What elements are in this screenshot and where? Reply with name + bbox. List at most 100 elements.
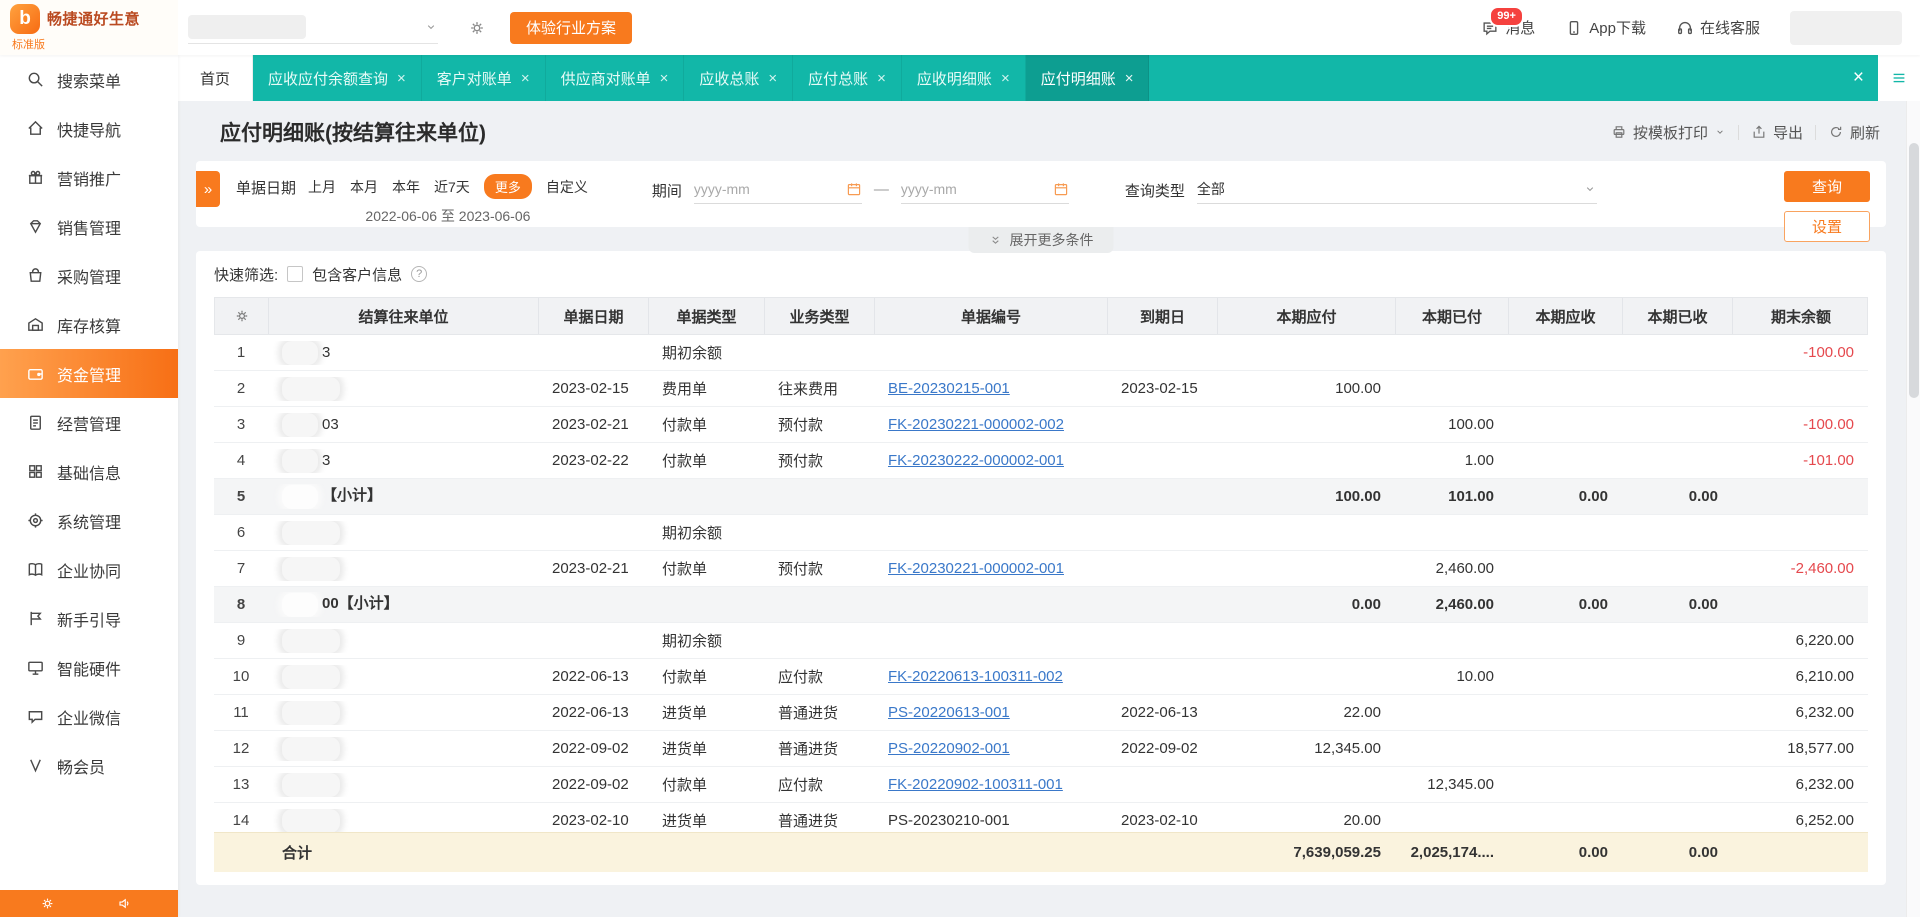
doc-no-link[interactable]: FK-20230222-000002-001 [888, 452, 1064, 469]
sidebar-item-quick-nav[interactable]: 快捷导航 [0, 104, 178, 153]
column-header[interactable]: 到期日 [1108, 298, 1218, 334]
gear-icon[interactable] [40, 896, 55, 911]
scrollbar-thumb[interactable] [1909, 143, 1919, 398]
tab-close-icon[interactable]: × [768, 71, 777, 86]
vertical-scrollbar[interactable] [1906, 101, 1920, 917]
tab-close-icon[interactable]: × [877, 71, 886, 86]
doc-no-link[interactable]: PS-20220902-001 [888, 740, 1010, 757]
doc-no-link[interactable]: BE-20230215-001 [888, 380, 1010, 397]
column-header[interactable]: 本期已付 [1396, 298, 1509, 334]
table-row[interactable]: 1 3 期初余额 -100.00 [214, 335, 1868, 371]
table-row[interactable]: 12 2022-09-02 进货单 普通进货 PS-20220902-001 2… [214, 731, 1868, 767]
doc-no-link[interactable]: FK-20230221-000002-002 [888, 416, 1064, 433]
app-download-button[interactable]: App下载 [1565, 17, 1646, 38]
table-row[interactable]: 13 2022-09-02 付款单 应付款 FK-20220902-100311… [214, 767, 1868, 803]
biz-type-cell: 往来费用 [778, 381, 839, 398]
tab-supplier-statement[interactable]: 供应商对账单 × [546, 55, 685, 101]
column-header[interactable]: 本期已收 [1623, 298, 1733, 334]
expand-more-conditions-button[interactable]: 展开更多条件 [968, 227, 1114, 253]
calendar-icon[interactable] [846, 181, 862, 197]
table-row[interactable]: 5 【小计】 100.00 101.00 0.00 0.00 [214, 479, 1868, 515]
query-type-select[interactable]: 全部 [1196, 174, 1597, 204]
tab-receivable-ledger[interactable]: 应收总账 × [684, 55, 794, 101]
table-row[interactable]: 4 3 2023-02-22 付款单 预付款 FK-20230222-00000… [214, 443, 1868, 479]
quick-range-button[interactable]: 上月 [308, 177, 336, 197]
redacted-user-info[interactable] [1790, 10, 1902, 45]
table-row[interactable]: 7 2023-02-21 付款单 预付款 FK-20230221-000002-… [214, 551, 1868, 587]
refresh-button[interactable]: 刷新 [1828, 122, 1880, 143]
table-row[interactable]: 11 2022-06-13 进货单 普通进货 PS-20220613-001 2… [214, 695, 1868, 731]
column-header[interactable]: 本期应付 [1218, 298, 1396, 334]
sidebar-item-funds[interactable]: 资金管理 [0, 349, 178, 398]
table-row[interactable]: 6 期初余额 [214, 515, 1868, 551]
column-header[interactable]: 单据类型 [649, 298, 765, 334]
column-header[interactable]: 单据日期 [539, 298, 649, 334]
collaboration-icon [26, 560, 45, 579]
tab-close-icon[interactable]: × [521, 71, 530, 86]
table-row[interactable]: 8 00【小计】 0.00 2,460.00 0.00 0.00 [214, 587, 1868, 623]
sidebar-item-wecom[interactable]: 企业微信 [0, 692, 178, 741]
print-by-template-button[interactable]: 按模板打印 [1611, 122, 1726, 143]
tab-payable-ledger[interactable]: 应付总账 × [793, 55, 902, 101]
trial-industry-plan-button[interactable]: 体验行业方案 [510, 11, 633, 44]
doc-no-link[interactable]: FK-20220902-100311-001 [888, 776, 1063, 793]
gear-icon[interactable] [468, 19, 486, 37]
org-selector[interactable] [188, 12, 438, 44]
column-header[interactable]: 本期应收 [1509, 298, 1623, 334]
calendar-icon[interactable] [1053, 181, 1069, 197]
close-tabs-icon[interactable]: × [1839, 55, 1878, 101]
tab-close-icon[interactable]: × [1125, 71, 1134, 86]
quick-range-button[interactable]: 本月 [350, 177, 378, 197]
volume-icon[interactable] [117, 896, 132, 911]
redacted-unit-name [282, 628, 340, 653]
tab-close-icon[interactable]: × [397, 71, 406, 86]
table-row[interactable]: 2 2023-02-15 费用单 往来费用 BE-20230215-001 20… [214, 371, 1868, 407]
doc-no-link[interactable]: FK-20220613-100311-002 [888, 668, 1063, 685]
sidebar-item-collaboration[interactable]: 企业协同 [0, 545, 178, 594]
tab-customer-statement[interactable]: 客户对账单 × [422, 55, 546, 101]
tab-payable-detail[interactable]: 应付明细账 × [1025, 55, 1150, 101]
include-customer-checkbox[interactable] [287, 266, 304, 282]
tab-receivable-detail[interactable]: 应收明细账 × [902, 55, 1026, 101]
sidebar-item-smart-hardware[interactable]: 智能硬件 [0, 643, 178, 692]
column-header[interactable]: 业务类型 [765, 298, 875, 334]
tab-close-icon[interactable]: × [1001, 71, 1010, 86]
quick-range-button[interactable]: 本年 [392, 177, 420, 197]
sidebar-item-inventory[interactable]: 库存核算 [0, 300, 178, 349]
more-ranges-button[interactable]: 更多 [483, 174, 532, 199]
sidebar-item-basic-info[interactable]: 基础信息 [0, 447, 178, 496]
sidebar-item-marketing[interactable]: 营销推广 [0, 153, 178, 202]
page-title: 应付明细账(按结算往来单位) [220, 122, 486, 145]
table-row[interactable]: 10 2022-06-13 付款单 应付款 FK-20220613-100311… [214, 659, 1868, 695]
column-header[interactable]: 单据编号 [875, 298, 1108, 334]
tab-close-icon[interactable]: × [660, 71, 669, 86]
sidebar-item-novice-guide[interactable]: 新手引导 [0, 594, 178, 643]
column-header[interactable]: 期末余额 [1733, 298, 1869, 334]
quick-range-button[interactable]: 近7天 [434, 177, 470, 197]
sidebar-item-operation[interactable]: 经营管理 [0, 398, 178, 447]
table-row[interactable]: 14 2023-02-10 进货单 普通进货 PS-20230210-001 2… [214, 803, 1868, 832]
search-button[interactable]: 查询 [1784, 171, 1870, 202]
column-settings-button[interactable] [215, 298, 269, 334]
tab-balance-query[interactable]: 应收应付余额查询 × [253, 55, 422, 101]
custom-range-button[interactable]: 自定义 [546, 177, 588, 197]
collapse-filter-button[interactable]: » [196, 171, 220, 207]
settings-button[interactable]: 设置 [1784, 211, 1870, 242]
table-row[interactable]: 9 期初余额 6,220.00 [214, 623, 1868, 659]
table-row[interactable]: 3 03 2023-02-21 付款单 预付款 FK-20230221-0000… [214, 407, 1868, 443]
sidebar-item-sales[interactable]: 销售管理 [0, 202, 178, 251]
period-start-input[interactable]: yyyy-mm [693, 174, 862, 204]
doc-no-link[interactable]: FK-20230221-000002-001 [888, 560, 1064, 577]
doc-no-link[interactable]: PS-20220613-001 [888, 704, 1010, 721]
column-header[interactable]: 结算往来单位 [269, 298, 539, 334]
messages-button[interactable]: 99+ 消息 [1481, 6, 1535, 38]
sidebar-item-purchase[interactable]: 采购管理 [0, 251, 178, 300]
sidebar-item-member[interactable]: 畅会员 [0, 741, 178, 790]
tab-home[interactable]: 首页 [178, 55, 254, 101]
period-end-input[interactable]: yyyy-mm [900, 174, 1069, 204]
sidebar-item-system[interactable]: 系统管理 [0, 496, 178, 545]
tab-list-button[interactable] [1878, 55, 1920, 101]
online-support-button[interactable]: 在线客服 [1676, 17, 1760, 38]
sidebar-item-search-menu[interactable]: 搜索菜单 [0, 55, 178, 104]
export-button[interactable]: 导出 [1751, 122, 1803, 143]
